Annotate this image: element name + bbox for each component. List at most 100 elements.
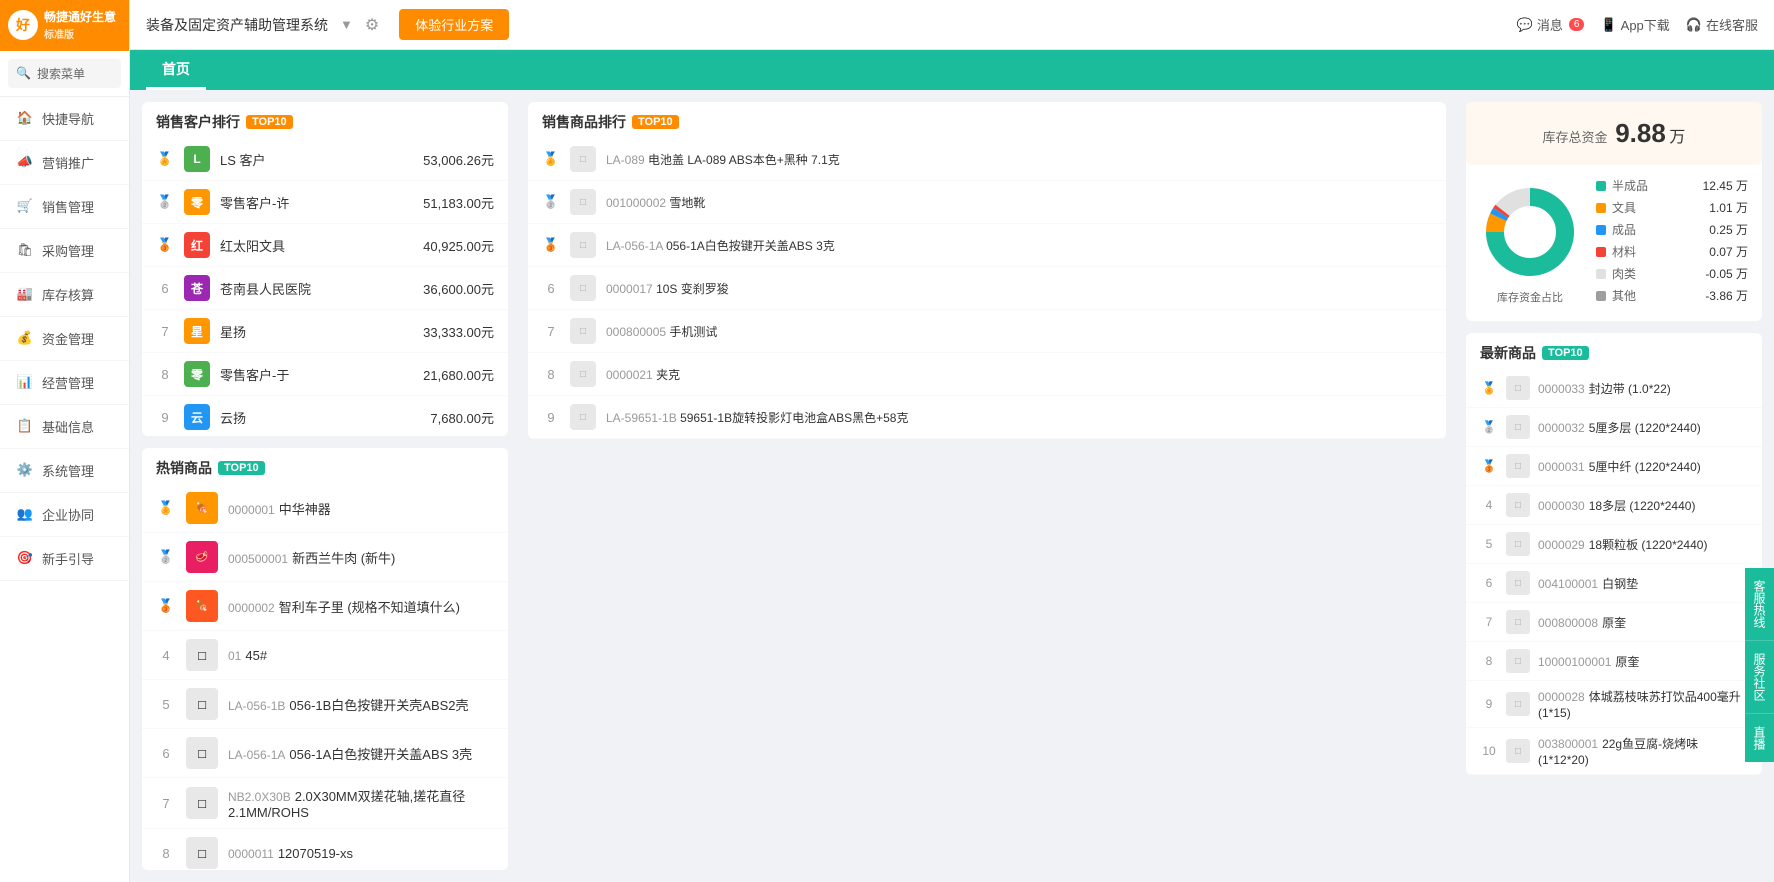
new-products-list: 🏅 □ 0000033封边带 (1.0*22) 🥈 □ 00000325厘多层 …: [1466, 369, 1762, 775]
service-community-button[interactable]: 服务社区: [1745, 641, 1774, 714]
table-row: 9 云 云扬 7,680.00元: [142, 396, 508, 436]
product-info: 0145#: [228, 648, 267, 663]
customer-service-button[interactable]: 客服热线: [1745, 568, 1774, 641]
hot-products-card: 热销商品 TOP10 🏅 🍖 0000001中华神器 🥈 🥩 000500001…: [142, 448, 508, 870]
inventory-value: 9.88: [1615, 118, 1666, 148]
dropdown-icon[interactable]: ▼: [340, 17, 353, 32]
rank-medal: 🥈: [156, 194, 174, 210]
product-image: □: [570, 146, 596, 172]
sidebar-item-system[interactable]: ⚙️ 系统管理: [0, 449, 129, 493]
customer-amount: 33,333.00元: [423, 322, 494, 341]
sales-icon: 🛒: [16, 197, 34, 215]
app-download-button[interactable]: 📱 App下载: [1600, 15, 1669, 34]
sidebar-item-finance[interactable]: 💰 资金管理: [0, 317, 129, 361]
search-menu-button[interactable]: 🔍 搜索菜单: [8, 59, 121, 88]
trial-button[interactable]: 体验行业方案: [399, 9, 509, 40]
sidebar-item-operation[interactable]: 📊 经营管理: [0, 361, 129, 405]
rank-number: 7: [156, 796, 176, 811]
rank-number: 8: [1480, 654, 1498, 668]
customer-amount: 40,925.00元: [423, 236, 494, 255]
message-badge: 6: [1569, 18, 1585, 31]
product-image: □: [1506, 692, 1530, 716]
product-image: □: [186, 837, 218, 869]
legend-name: 半成品: [1612, 177, 1697, 194]
rank-medal: 🏅: [542, 151, 560, 167]
page-body: 销售客户排行 TOP10 🏅 L LS 客户 53,006.26元 🥈 零 零售…: [130, 90, 1774, 882]
right-panel: 库存总资金 9.88 万: [1454, 90, 1774, 882]
table-row: 5 □ 000002918颗粒板 (1220*2440): [1466, 525, 1762, 564]
product-info: 000002918颗粒板 (1220*2440): [1538, 536, 1707, 553]
sidebar-search-area: 🔍 搜索菜单: [0, 51, 129, 97]
new-products-badge: TOP10: [1542, 346, 1589, 360]
avatar: 星: [184, 318, 210, 344]
search-menu-label: 搜索菜单: [37, 65, 85, 82]
product-info: 000500001新西兰牛肉 (新牛): [228, 548, 395, 567]
legend-dot: [1596, 181, 1606, 191]
avatar: 零: [184, 361, 210, 387]
customer-name: 星扬: [220, 322, 413, 341]
product-info: 000800008原奎: [1538, 614, 1626, 631]
table-row: 8 □ 000001112070519-xs: [142, 829, 508, 870]
sidebar-label-quick-nav: 快捷导航: [42, 109, 94, 128]
online-service-button[interactable]: 🎧 在线客服: [1686, 15, 1758, 34]
legend-dot: [1596, 225, 1606, 235]
customer-name: LS 客户: [220, 150, 413, 169]
donut-label: 库存资金占比: [1480, 289, 1580, 305]
table-row: 4 □ 0145#: [142, 631, 508, 680]
gear-icon[interactable]: ⚙: [365, 15, 379, 35]
rank-number: 9: [542, 410, 560, 425]
sidebar-item-quick-nav[interactable]: 🏠 快捷导航: [0, 97, 129, 141]
rank-number: 7: [542, 324, 560, 339]
product-info: NB2.0X30B2.0X30MM双搓花轴,搓花直径2.1MM/ROHS: [228, 786, 494, 820]
sidebar-item-guide[interactable]: 🎯 新手引导: [0, 537, 129, 581]
rank-medal: 🥉: [1480, 459, 1498, 473]
topbar: 装备及固定资产辅助管理系统 ▼ ⚙ 体验行业方案 💬 消息 6 📱 App下载 …: [130, 0, 1774, 50]
info-icon: 📋: [16, 417, 34, 435]
purchase-icon: 🛍: [16, 241, 34, 259]
live-button[interactable]: 直播: [1745, 714, 1774, 762]
sidebar-item-marketing[interactable]: 📣 营销推广: [0, 141, 129, 185]
customer-amount: 21,680.00元: [423, 365, 494, 384]
home-icon: 🏠: [16, 109, 34, 127]
donut-chart-container: 库存资金占比 半成品 12.45 万 文具 1.01 万: [1466, 165, 1762, 321]
table-row: 7 □ NB2.0X30B2.0X30MM双搓花轴,搓花直径2.1MM/ROHS: [142, 778, 508, 829]
logo-sub: 标准版: [44, 26, 116, 41]
donut-legend: 半成品 12.45 万 文具 1.01 万 成品 0.25 万: [1596, 177, 1748, 309]
rank-medal: 🏅: [156, 151, 174, 167]
avatar: 红: [184, 232, 210, 258]
new-products-header: 最新商品 TOP10: [1466, 333, 1762, 369]
customer-amount: 51,183.00元: [423, 193, 494, 212]
product-image: □: [1506, 454, 1530, 478]
product-image: 🥩: [186, 541, 218, 573]
customer-amount: 7,680.00元: [430, 408, 494, 427]
legend-value: 1.01 万: [1709, 199, 1748, 216]
sidebar-label-finance: 资金管理: [42, 329, 94, 348]
tab-home[interactable]: 首页: [146, 50, 206, 90]
online-service-label: 在线客服: [1706, 15, 1758, 34]
legend-name: 肉类: [1612, 265, 1699, 282]
product-info: LA-056-1A056-1A白色按键开关盖ABS 3壳: [228, 744, 472, 763]
table-row: 7 □ 000800008原奎: [1466, 603, 1762, 642]
sidebar-item-basic[interactable]: 📋 基础信息: [0, 405, 129, 449]
sidebar-item-purchase[interactable]: 🛍 采购管理: [0, 229, 129, 273]
hot-products-header: 热销商品 TOP10: [142, 448, 508, 484]
sidebar-item-cooperation[interactable]: 👥 企业协同: [0, 493, 129, 537]
avatar: L: [184, 146, 210, 172]
message-button[interactable]: 💬 消息 6: [1517, 15, 1585, 34]
legend-dot: [1596, 247, 1606, 257]
hot-products-list: 🏅 🍖 0000001中华神器 🥈 🥩 000500001新西兰牛肉 (新牛) …: [142, 484, 508, 870]
sidebar-item-inventory[interactable]: 🏭 库存核算: [0, 273, 129, 317]
customer-name: 零售客户-于: [220, 365, 413, 384]
sidebar-item-sales[interactable]: 🛒 销售管理: [0, 185, 129, 229]
rank-number: 8: [542, 367, 560, 382]
tab-home-label: 首页: [162, 59, 190, 79]
product-image: □: [186, 737, 218, 769]
table-row: 7 □ 000800005 手机测试: [528, 310, 1446, 353]
sales-product-badge: TOP10: [632, 115, 679, 129]
product-info: LA-056-1B056-1B白色按键开关壳ABS2壳: [228, 695, 469, 714]
rank-medal: 🥉: [156, 598, 176, 614]
rank-number: 4: [1480, 498, 1498, 512]
product-info: 000001112070519-xs: [228, 846, 353, 861]
table-row: 🥈 零 零售客户-许 51,183.00元: [142, 181, 508, 224]
table-row: 🏅 🍖 0000001中华神器: [142, 484, 508, 533]
